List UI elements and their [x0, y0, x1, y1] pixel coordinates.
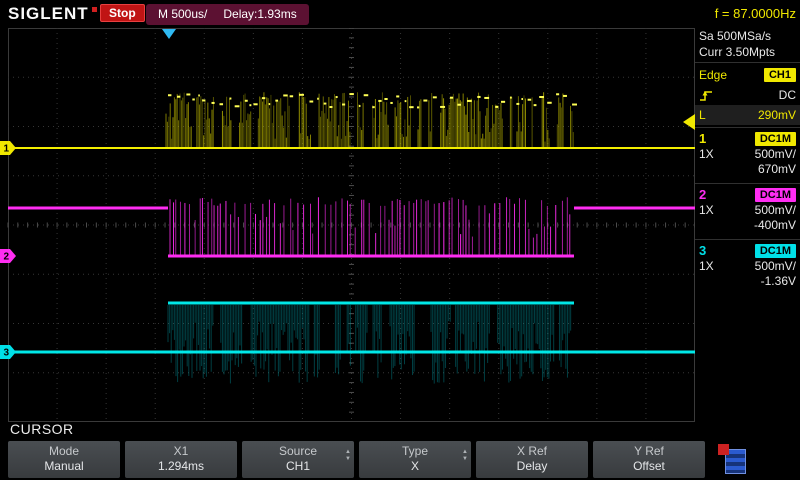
- channel-probe: 1X: [699, 147, 714, 161]
- waveform-display: 1 2 3: [0, 28, 695, 422]
- trigger-level-label: L: [699, 108, 706, 122]
- delay-value: Delay:1.93ms: [223, 7, 297, 21]
- sample-rate: Sa 500MSa/s: [699, 29, 772, 43]
- softkey-label: X1: [173, 444, 189, 458]
- timebase-value: M 500us/: [158, 7, 208, 21]
- trigger-level-value: 290mV: [757, 108, 796, 122]
- channel-number: 2: [699, 187, 707, 202]
- trigger-level-marker[interactable]: [683, 114, 695, 130]
- channel-offset: -400mV: [753, 218, 796, 232]
- trigger-coupling-row: DC: [695, 85, 800, 105]
- channel-info-ch1[interactable]: 1 DC1M 1X 500mV/ 670mV: [695, 127, 800, 181]
- softkey-menu: Mode Manual X1 1.294ms Source CH1 ▲ ▼ Typ…: [0, 441, 800, 480]
- oscilloscope-screen: SIGLENT Stop M 500us/ Delay:1.93ms f = 8…: [0, 0, 800, 480]
- softkey-mode[interactable]: Mode Manual: [8, 441, 120, 478]
- channel-offset: 670mV: [757, 162, 796, 176]
- channel-info-ch2[interactable]: 2 DC1M 1X 500mV/ -400mV: [695, 183, 800, 237]
- softkey-label: Source: [278, 444, 318, 458]
- svg-text:1: 1: [4, 144, 10, 155]
- brand-logo: SIGLENT: [8, 4, 89, 23]
- channel-coupling-chip: DC1M: [754, 187, 796, 202]
- frequency-counter: f = 87.0000Hz: [714, 6, 796, 21]
- trigger-level-row: L 290mV: [695, 105, 800, 125]
- svg-text:2: 2: [4, 252, 10, 263]
- channel-offset: -1.36V: [760, 274, 796, 288]
- svg-text:3: 3: [4, 348, 10, 359]
- trigger-coupling[interactable]: DC: [779, 87, 796, 103]
- channel-probe: 1X: [699, 259, 714, 273]
- softkey-source[interactable]: Source CH1 ▲ ▼: [242, 441, 354, 478]
- softkey-value: Delay: [516, 459, 548, 473]
- softkey-value: Manual: [44, 459, 84, 473]
- channel-vdiv: 500mV/: [754, 259, 796, 273]
- softkey-value: 1.294ms: [157, 459, 205, 473]
- softkey-yref[interactable]: Y Ref Offset: [593, 441, 705, 478]
- trigger-type[interactable]: Edge: [699, 67, 727, 83]
- channel-probe: 1X: [699, 203, 714, 217]
- channel-coupling-chip: DC1M: [754, 243, 796, 258]
- channel-number: 3: [699, 243, 707, 258]
- softkey-value: X: [410, 459, 419, 473]
- timebase-bar: M 500us/ Delay:1.93ms: [146, 3, 309, 25]
- softkey-xref[interactable]: X Ref Delay: [476, 441, 588, 478]
- channel-vdiv: 500mV/: [754, 147, 796, 161]
- softkey-label: Mode: [48, 444, 80, 458]
- softkey-value: Offset: [633, 459, 665, 473]
- memory-depth: Curr 3.50Mpts: [699, 45, 776, 59]
- top-status-bar: SIGLENT Stop M 500us/ Delay:1.93ms f = 8…: [0, 0, 800, 28]
- brand-accent: [92, 7, 97, 12]
- updown-arrows-icon: ▲ ▼: [462, 449, 468, 462]
- rising-edge-icon: [699, 89, 713, 102]
- softkey-label: Type: [401, 444, 428, 458]
- channel-number: 1: [699, 131, 707, 146]
- softkey-value: CH1: [285, 459, 310, 473]
- channel-coupling-chip: DC1M: [754, 131, 796, 146]
- softkey-type[interactable]: Type X ▲ ▼: [359, 441, 471, 478]
- trigger-position-marker[interactable]: [162, 29, 176, 39]
- softkey-x1[interactable]: X1 1.294ms: [125, 441, 237, 478]
- menu-title: CURSOR: [10, 421, 74, 437]
- channel-info-ch3[interactable]: 3 DC1M 1X 500mV/ -1.36V: [695, 239, 800, 293]
- device-status-icon: [718, 443, 748, 474]
- right-info-panel: Sa 500MSa/s Curr 3.50Mpts Edge CH1 DC L …: [695, 28, 800, 438]
- channel-vdiv: 500mV/: [754, 203, 796, 217]
- record-indicator-icon: [718, 444, 729, 455]
- softkey-label: X Ref: [516, 444, 547, 458]
- softkey-label: Y Ref: [634, 444, 664, 458]
- run-state-badge[interactable]: Stop: [100, 4, 145, 22]
- updown-arrows-icon: ▲ ▼: [345, 449, 351, 462]
- trigger-type-row: Edge CH1: [695, 65, 800, 85]
- trigger-source-chip[interactable]: CH1: [763, 68, 796, 82]
- divider: [695, 62, 800, 63]
